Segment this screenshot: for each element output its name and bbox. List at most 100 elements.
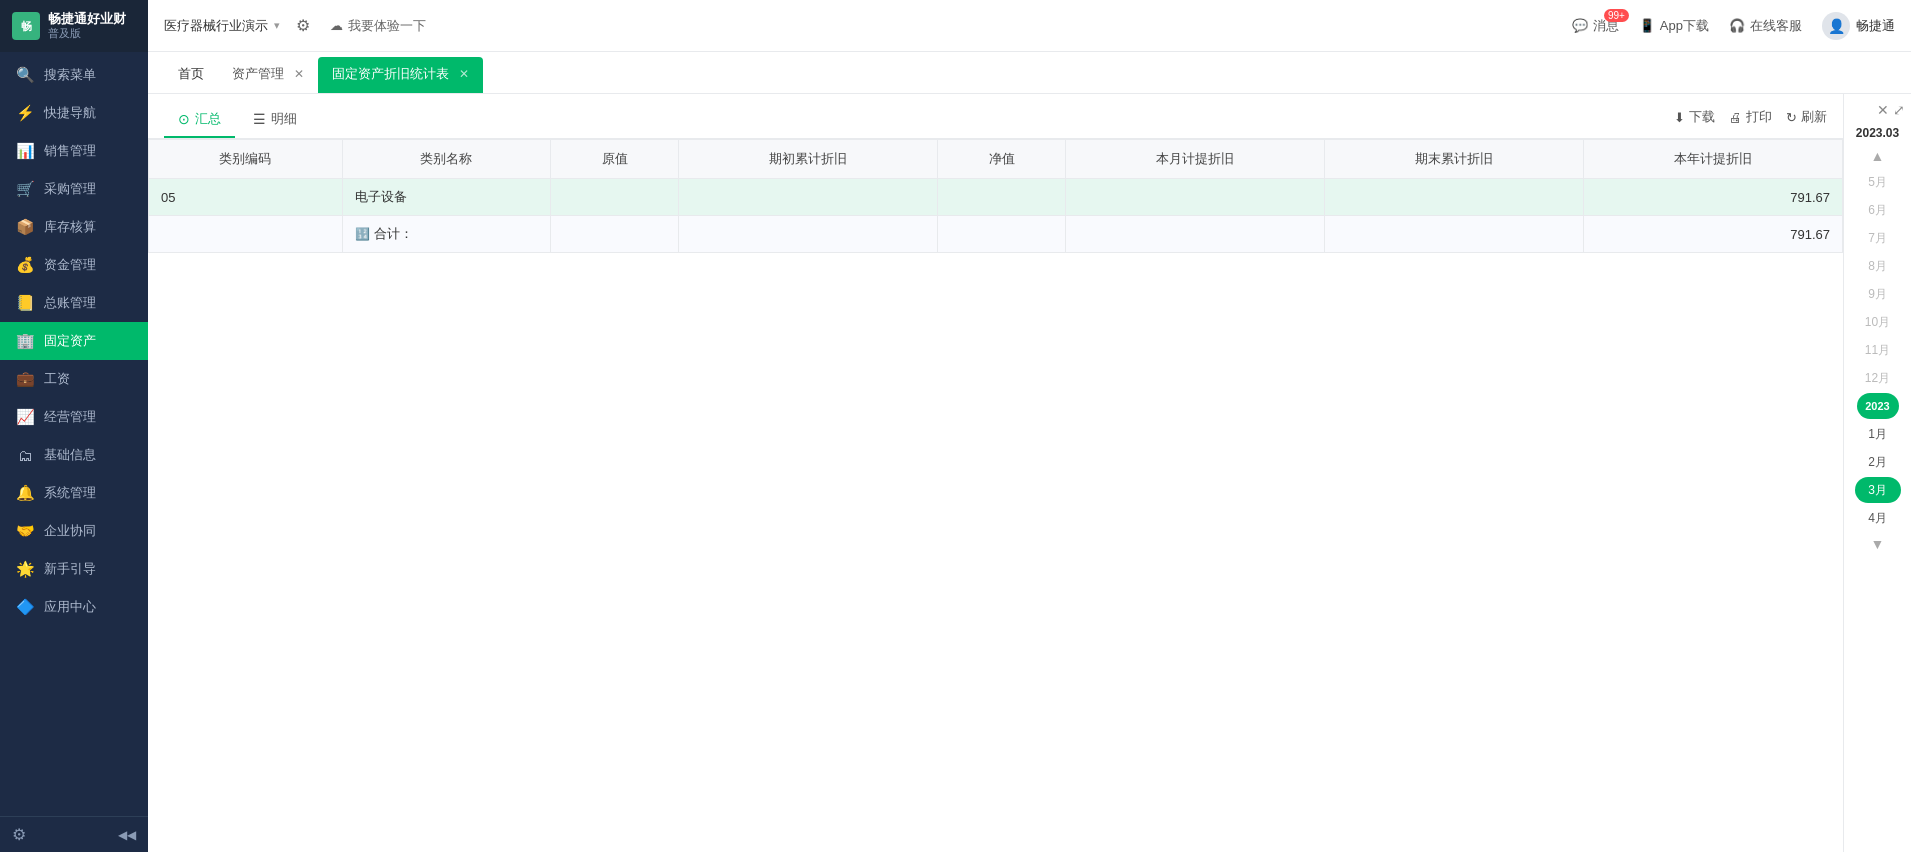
nav-label-guide: 新手引导 bbox=[44, 560, 96, 578]
app-subtitle: 普及版 bbox=[48, 26, 126, 41]
nav-icon-finance: 💰 bbox=[16, 256, 34, 274]
panel-expand-icon[interactable]: ⤢ bbox=[1893, 102, 1905, 118]
online-service-action[interactable]: 🎧 在线客服 bbox=[1729, 17, 1802, 35]
col-header-name: 类别名称 bbox=[342, 140, 551, 179]
download-label: 下载 bbox=[1689, 108, 1715, 126]
topbar-right: 💬 消息 99+ 📱 App下载 🎧 在线客服 👤 畅捷通 bbox=[1572, 12, 1895, 40]
nav-label-payroll: 工资 bbox=[44, 370, 70, 388]
summary-net-value bbox=[938, 216, 1066, 253]
table-wrapper: 类别编码 类别名称 原值 期初累计折旧 净值 本月计提折旧 期末累计折旧 本年计… bbox=[148, 139, 1843, 852]
panel-nav-down[interactable]: ▼ bbox=[1844, 536, 1911, 552]
month-12[interactable]: 12月 bbox=[1855, 365, 1901, 391]
table-row[interactable]: 05 电子设备 791.67 bbox=[149, 179, 1843, 216]
nav-label-fixed-assets: 固定资产 bbox=[44, 332, 96, 350]
tab-home-label: 首页 bbox=[178, 65, 204, 83]
month-11[interactable]: 11月 bbox=[1855, 337, 1901, 363]
tab-depreciation-table[interactable]: 固定资产折旧统计表 ✕ bbox=[318, 57, 483, 93]
download-button[interactable]: ⬇ 下载 bbox=[1674, 108, 1715, 126]
nav-label-search: 搜索菜单 bbox=[44, 66, 96, 84]
month-1[interactable]: 1月 bbox=[1855, 421, 1901, 447]
sidebar-item-purchase[interactable]: 🛒采购管理 bbox=[0, 170, 148, 208]
cell-code: 05 bbox=[149, 179, 343, 216]
user-profile[interactable]: 👤 畅捷通 bbox=[1822, 12, 1895, 40]
col-header-original: 原值 bbox=[551, 140, 679, 179]
col-header-initial-dep: 期初累计折旧 bbox=[679, 140, 938, 179]
year-tag-2023[interactable]: 2023 bbox=[1857, 393, 1899, 419]
nav-icon-inventory: 📦 bbox=[16, 218, 34, 236]
tab-asset-mgmt-close-icon[interactable]: ✕ bbox=[294, 67, 304, 81]
app-download-action[interactable]: 📱 App下载 bbox=[1639, 17, 1709, 35]
sidebar-nav: 🔍搜索菜单⚡快捷导航📊销售管理🛒采购管理📦库存核算💰资金管理📒总账管理 🏢 固定资产… bbox=[0, 52, 148, 816]
nav-label-system: 系统管理 bbox=[44, 484, 96, 502]
panel-header: ✕ ⤢ bbox=[1844, 94, 1911, 122]
footer-collapse-icon[interactable]: ◀◀ bbox=[118, 828, 136, 842]
topbar: 医疗器械行业演示 ▾ ⚙ ☁ 我要体验一下 💬 消息 99+ 📱 App下载 🎧… bbox=[148, 0, 1911, 52]
sub-tab-detail[interactable]: ☰ 明细 bbox=[239, 104, 311, 138]
nav-label-quicknav: 快捷导航 bbox=[44, 104, 96, 122]
panel-close-icon[interactable]: ✕ bbox=[1877, 102, 1889, 118]
month-2[interactable]: 2月 bbox=[1855, 449, 1901, 475]
sidebar-item-system[interactable]: 🔔 系统管理 bbox=[0, 474, 148, 512]
col-header-net-value: 净值 bbox=[938, 140, 1066, 179]
month-6[interactable]: 6月 bbox=[1855, 197, 1901, 223]
detail-icon: ☰ bbox=[253, 111, 266, 127]
cell-annual-dep: 791.67 bbox=[1584, 179, 1843, 216]
nav-label-sales: 销售管理 bbox=[44, 142, 96, 160]
tab-home[interactable]: 首页 bbox=[164, 57, 218, 93]
nav-label-appstore: 应用中心 bbox=[44, 598, 96, 616]
sidebar-item-base-info[interactable]: 🗂基础信息 bbox=[0, 436, 148, 474]
month-10[interactable]: 10月 bbox=[1855, 309, 1901, 335]
summary-icon-cell bbox=[149, 216, 343, 253]
experience-label: 我要体验一下 bbox=[348, 17, 426, 35]
col-header-end-dep: 期末累计折旧 bbox=[1325, 140, 1584, 179]
nav-icon-fixed-assets: 🏢 bbox=[16, 332, 34, 350]
refresh-button[interactable]: ↻ 刷新 bbox=[1786, 108, 1827, 126]
print-icon: 🖨 bbox=[1729, 110, 1742, 125]
sidebar-item-guide[interactable]: 🌟新手引导 bbox=[0, 550, 148, 588]
sidebar-item-sales[interactable]: 📊销售管理 bbox=[0, 132, 148, 170]
print-button[interactable]: 🖨 打印 bbox=[1729, 108, 1772, 126]
month-8[interactable]: 8月 bbox=[1855, 253, 1901, 279]
summary-original bbox=[551, 216, 679, 253]
sidebar-item-appstore[interactable]: 🔷应用中心 bbox=[0, 588, 148, 626]
refresh-icon: ↻ bbox=[1786, 110, 1797, 125]
message-badge: 99+ bbox=[1604, 9, 1629, 22]
cell-initial-dep bbox=[679, 179, 938, 216]
sidebar-item-ops[interactable]: 📈经营管理 bbox=[0, 398, 148, 436]
main-content: ⊙ 汇总 ☰ 明细 ⬇ 下载 🖨 打印 bbox=[148, 94, 1843, 852]
sub-tab-detail-label: 明细 bbox=[271, 110, 297, 128]
cell-net-value bbox=[938, 179, 1066, 216]
sidebar-item-inventory[interactable]: 📦库存核算 bbox=[0, 208, 148, 246]
sidebar-item-payroll[interactable]: 💼工资 bbox=[0, 360, 148, 398]
tab-depreciation-close-icon[interactable]: ✕ bbox=[459, 67, 469, 81]
col-header-annual-dep: 本年计提折旧 bbox=[1584, 140, 1843, 179]
sidebar-item-quicknav[interactable]: ⚡快捷导航 bbox=[0, 94, 148, 132]
footer-settings-icon[interactable]: ⚙ bbox=[12, 825, 26, 844]
message-action[interactable]: 💬 消息 99+ bbox=[1572, 17, 1619, 35]
month-9[interactable]: 9月 bbox=[1855, 281, 1901, 307]
sidebar-title-block: 畅捷通好业财 普及版 bbox=[48, 11, 126, 42]
tab-asset-mgmt[interactable]: 资产管理 ✕ bbox=[218, 57, 318, 93]
sidebar-item-search[interactable]: 🔍搜索菜单 bbox=[0, 56, 148, 94]
sub-tab-summary[interactable]: ⊙ 汇总 bbox=[164, 104, 235, 138]
nav-icon-purchase: 🛒 bbox=[16, 180, 34, 198]
summary-row: 🔢合计： 791.67 bbox=[149, 216, 1843, 253]
month-4[interactable]: 4月 bbox=[1855, 505, 1901, 531]
company-selector[interactable]: 医疗器械行业演示 ▾ bbox=[164, 17, 280, 35]
panel-year-header: 2023.03 bbox=[1844, 122, 1911, 144]
panel-nav-up[interactable]: ▲ bbox=[1844, 148, 1911, 164]
sidebar-item-collab[interactable]: 🤝企业协同 bbox=[0, 512, 148, 550]
online-service-label: 在线客服 bbox=[1750, 17, 1802, 35]
month-7[interactable]: 7月 bbox=[1855, 225, 1901, 251]
nav-icon-system: 🔔 bbox=[16, 484, 34, 502]
sidebar-item-ledger[interactable]: 📒总账管理 bbox=[0, 284, 148, 322]
sidebar-header: 畅 畅捷通好业财 普及版 bbox=[0, 0, 148, 52]
sidebar-item-finance[interactable]: 💰资金管理 bbox=[0, 246, 148, 284]
sidebar-item-fixed-assets[interactable]: 🏢 固定资产 bbox=[0, 322, 148, 360]
month-5[interactable]: 5月 bbox=[1855, 169, 1901, 195]
experience-button[interactable]: ☁ 我要体验一下 bbox=[330, 17, 426, 35]
nav-label-collab: 企业协同 bbox=[44, 522, 96, 540]
topbar-settings-icon[interactable]: ⚙ bbox=[296, 16, 310, 35]
username: 畅捷通 bbox=[1856, 17, 1895, 35]
month-3[interactable]: 3月 bbox=[1855, 477, 1901, 503]
